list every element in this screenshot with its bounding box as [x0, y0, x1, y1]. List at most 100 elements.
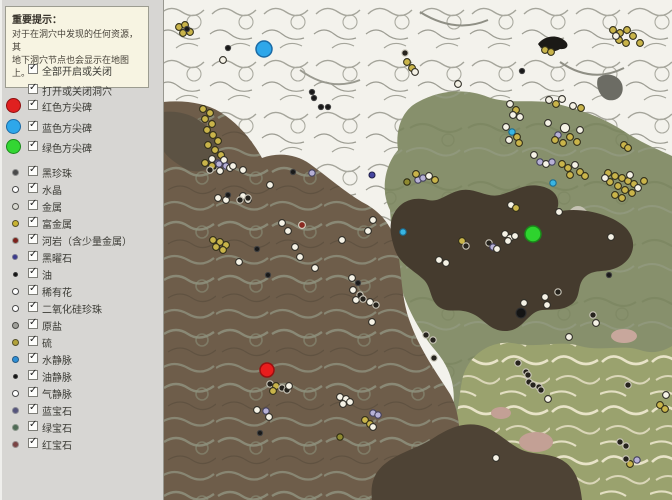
resource-marker[interactable]	[510, 112, 517, 119]
resource-marker[interactable]	[225, 45, 230, 50]
resource-marker[interactable]	[555, 289, 561, 295]
resource-marker[interactable]	[353, 297, 360, 304]
legend-resource-13-checkbox[interactable]	[28, 387, 38, 397]
resource-marker[interactable]	[254, 246, 259, 251]
resource-marker[interactable]	[266, 414, 273, 421]
resource-marker[interactable]	[570, 103, 577, 110]
resource-marker[interactable]	[494, 246, 501, 253]
resource-marker[interactable]	[612, 173, 619, 180]
resource-marker[interactable]	[641, 178, 648, 185]
resource-marker[interactable]	[213, 244, 220, 251]
resource-marker[interactable]	[546, 97, 553, 104]
legend-resource-6-checkbox[interactable]	[28, 268, 38, 278]
resource-marker[interactable]	[550, 180, 556, 186]
resource-marker[interactable]	[612, 192, 619, 199]
resource-marker[interactable]	[311, 95, 316, 100]
resource-marker[interactable]	[519, 68, 524, 73]
resource-marker[interactable]	[615, 183, 622, 190]
resource-marker[interactable]	[608, 234, 615, 241]
resource-marker[interactable]	[593, 320, 600, 327]
legend-obelisk-2-checkbox[interactable]	[28, 141, 38, 151]
resource-marker[interactable]	[432, 177, 439, 184]
resource-marker[interactable]	[590, 312, 596, 318]
resource-map[interactable]	[163, 0, 672, 500]
resource-marker[interactable]	[210, 132, 217, 139]
resource-marker[interactable]	[202, 160, 209, 167]
resource-marker[interactable]	[318, 104, 323, 109]
resource-marker[interactable]	[625, 382, 631, 388]
resource-marker[interactable]	[556, 209, 563, 216]
resource-marker[interactable]	[423, 332, 429, 338]
resource-marker[interactable]	[400, 229, 406, 235]
resource-marker[interactable]	[565, 165, 572, 172]
resource-marker[interactable]	[257, 430, 262, 435]
resource-marker[interactable]	[634, 457, 640, 463]
resource-marker[interactable]	[578, 105, 585, 112]
resource-marker[interactable]	[286, 383, 293, 390]
legend-resource-9-checkbox[interactable]	[28, 319, 38, 329]
legend-resource-15-checkbox[interactable]	[28, 421, 38, 431]
resource-marker[interactable]	[574, 139, 581, 146]
resource-marker[interactable]	[463, 243, 469, 249]
resource-marker[interactable]	[205, 142, 212, 149]
resource-marker[interactable]	[215, 138, 222, 145]
resource-marker[interactable]	[299, 222, 306, 229]
resource-marker[interactable]	[513, 205, 520, 212]
resource-marker[interactable]	[290, 169, 295, 174]
resource-marker[interactable]	[553, 101, 560, 108]
resource-marker[interactable]	[265, 272, 270, 277]
resource-marker[interactable]	[566, 334, 573, 341]
resource-marker[interactable]	[369, 172, 375, 178]
resource-marker[interactable]	[505, 238, 512, 245]
legend-resource-16-checkbox[interactable]	[28, 438, 38, 448]
legend-resource-7-checkbox[interactable]	[28, 285, 38, 295]
resource-marker[interactable]	[582, 173, 589, 180]
resource-marker[interactable]	[637, 40, 644, 47]
resource-marker[interactable]	[613, 33, 620, 40]
resource-marker[interactable]	[567, 172, 574, 179]
legend-resource-8-checkbox[interactable]	[28, 302, 38, 312]
resource-marker[interactable]	[516, 308, 526, 318]
resource-marker[interactable]	[204, 127, 211, 134]
resource-marker[interactable]	[220, 247, 227, 254]
resource-marker[interactable]	[517, 114, 524, 121]
resource-marker[interactable]	[339, 237, 346, 244]
resource-marker[interactable]	[567, 134, 574, 141]
resource-marker[interactable]	[662, 406, 669, 413]
resource-marker[interactable]	[623, 456, 629, 462]
resource-marker[interactable]	[215, 195, 222, 202]
resource-marker[interactable]	[617, 439, 623, 445]
resource-marker[interactable]	[312, 265, 319, 272]
toggle-caves-checkbox[interactable]	[28, 84, 38, 94]
resource-marker[interactable]	[355, 280, 360, 285]
resource-marker[interactable]	[360, 296, 366, 302]
resource-marker[interactable]	[443, 260, 450, 267]
resource-marker[interactable]	[426, 173, 433, 180]
legend-resource-11-checkbox[interactable]	[28, 353, 38, 363]
resource-marker[interactable]	[370, 424, 377, 431]
legend-resource-2-checkbox[interactable]	[28, 200, 38, 210]
resource-marker[interactable]	[493, 455, 500, 462]
resource-marker[interactable]	[572, 162, 579, 169]
resource-marker[interactable]	[548, 49, 555, 56]
resource-marker[interactable]	[560, 140, 567, 147]
resource-marker[interactable]	[297, 254, 304, 261]
resource-marker[interactable]	[370, 217, 377, 224]
legend-obelisk-1-checkbox[interactable]	[28, 121, 38, 131]
resource-marker[interactable]	[209, 121, 216, 128]
resource-marker[interactable]	[512, 233, 519, 240]
resource-marker[interactable]	[337, 434, 343, 440]
resource-marker[interactable]	[606, 272, 611, 277]
resource-marker[interactable]	[217, 168, 224, 175]
resource-marker[interactable]	[404, 59, 411, 66]
resource-marker[interactable]	[552, 137, 559, 144]
resource-marker[interactable]	[503, 124, 510, 131]
resource-marker[interactable]	[622, 187, 629, 194]
resource-marker[interactable]	[220, 57, 227, 64]
resource-marker[interactable]	[623, 40, 630, 47]
legend-obelisk-0-checkbox[interactable]	[28, 100, 38, 110]
legend-resource-1-checkbox[interactable]	[28, 183, 38, 193]
resource-marker[interactable]	[237, 197, 243, 203]
legend-resource-5-checkbox[interactable]	[28, 251, 38, 261]
resource-marker[interactable]	[516, 140, 523, 147]
